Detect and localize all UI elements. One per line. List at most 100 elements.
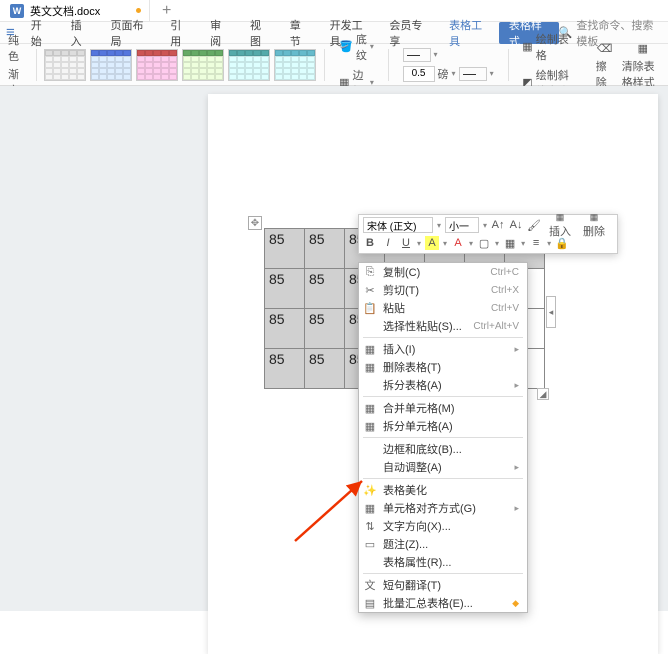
beautify-icon: ✨: [363, 484, 377, 497]
cm-auto-fit[interactable]: 自动调整(A)▸: [359, 458, 527, 476]
tab-chapter[interactable]: 章节: [280, 22, 320, 44]
clear-style-icon: ▦: [634, 39, 652, 57]
table-cell[interactable]: 85: [265, 349, 305, 389]
table-cell[interactable]: 85: [305, 309, 345, 349]
eraser-icon: ⌫: [596, 39, 614, 57]
separator: [324, 49, 325, 81]
cm-delete-table[interactable]: ▦删除表格(T): [359, 358, 527, 376]
table-style-gallery[interactable]: [44, 49, 316, 81]
line-unit-label: 磅: [438, 66, 449, 82]
shading-button[interactable]: 🪣 底纹▾: [337, 30, 376, 64]
table-move-handle[interactable]: ✥: [248, 216, 262, 230]
align-mini-button[interactable]: ≡: [529, 236, 543, 250]
split-cells-icon: ▦: [363, 420, 377, 433]
cm-text-direction[interactable]: ⇅文字方向(X)...: [359, 517, 527, 535]
clear-style-button[interactable]: ▦ 清除表格样式: [622, 39, 664, 90]
side-pane-handle[interactable]: ◂: [546, 296, 556, 328]
cm-cell-align[interactable]: ▦单元格对齐方式(G)▸: [359, 499, 527, 517]
ribbon: 纯色 渐变 🪣 底纹▾ ▦ 边框▾ ▾ 磅▾ ▾ ▦ 绘制表格 ◩ 绘制斜线表头…: [0, 44, 668, 86]
cm-cut[interactable]: ✂剪切(T)Ctrl+X: [359, 281, 527, 299]
document-tab[interactable]: W 英文文档.docx: [0, 0, 150, 22]
tab-member[interactable]: 会员专享: [379, 22, 439, 44]
table-cell[interactable]: 85: [265, 229, 305, 269]
text-dir-icon: ⇅: [363, 520, 377, 533]
bold-button[interactable]: B: [363, 236, 377, 250]
context-menu: ⎘复制(C)Ctrl+C ✂剪切(T)Ctrl+X 📋粘贴Ctrl+V 选择性粘…: [358, 262, 528, 613]
caption-icon: ▭: [363, 538, 377, 551]
table-cell[interactable]: 85: [265, 309, 305, 349]
shrink-font-button[interactable]: A↓: [509, 218, 523, 232]
cm-table-beautify[interactable]: ✨表格美化: [359, 481, 527, 499]
batch-icon: ▤: [363, 597, 377, 610]
table-cell[interactable]: 85: [265, 269, 305, 309]
table-cell[interactable]: 85: [305, 269, 345, 309]
tab-view[interactable]: 视图: [240, 22, 280, 44]
separator: [363, 396, 523, 397]
separator: [363, 437, 523, 438]
format-painter-button[interactable]: 🖌: [527, 218, 541, 232]
table-cell[interactable]: 85: [305, 229, 345, 269]
tab-page-layout[interactable]: 页面布局: [100, 22, 160, 44]
grow-font-button[interactable]: A↑: [491, 218, 505, 232]
line-width-group: ▾ 磅▾ ▾: [397, 47, 500, 83]
border-mini-button[interactable]: ▦: [503, 236, 517, 250]
font-family-input[interactable]: [363, 217, 433, 233]
tab-insert[interactable]: 插入: [61, 22, 101, 44]
style-thumb-2[interactable]: [90, 49, 132, 81]
cm-border-shading[interactable]: 边框和底纹(B)...: [359, 440, 527, 458]
cm-merge-cells[interactable]: ▦合并单元格(M): [359, 399, 527, 417]
cut-icon: ✂: [363, 284, 377, 297]
lock-button[interactable]: 🔒: [555, 236, 569, 250]
translate-icon: 文: [363, 577, 377, 593]
align-icon: ▦: [363, 502, 377, 515]
ribbon-actions: ⌫ 擦除 ▦ 清除表格样式: [596, 39, 664, 90]
cm-translate[interactable]: 文短句翻译(T): [359, 576, 527, 594]
insert-icon: ▦: [363, 343, 377, 356]
font-color-button[interactable]: A: [451, 236, 465, 250]
italic-button[interactable]: I: [381, 236, 395, 250]
tab-review[interactable]: 审阅: [200, 22, 240, 44]
cm-split-cells[interactable]: ▦拆分单元格(A): [359, 417, 527, 435]
shading-mini-button[interactable]: ▢: [477, 236, 491, 250]
document-filename: 英文文档.docx: [30, 3, 100, 19]
table-resize-handle[interactable]: ◢: [537, 388, 549, 400]
draw-table-button[interactable]: ▦ 绘制表格: [520, 30, 579, 64]
style-thumb-5[interactable]: [228, 49, 270, 81]
cm-table-props[interactable]: 表格属性(R)...: [359, 553, 527, 571]
underline-button[interactable]: U: [399, 236, 413, 250]
font-size-input[interactable]: [445, 217, 479, 233]
fill-preset-plain[interactable]: 纯色: [8, 32, 24, 64]
line-width-input[interactable]: 磅▾ ▾: [401, 65, 496, 83]
line-style-select[interactable]: ▾: [401, 47, 496, 63]
style-thumb-4[interactable]: [182, 49, 224, 81]
separator: [363, 337, 523, 338]
copy-icon: ⎘: [363, 266, 377, 279]
highlight-button[interactable]: A: [425, 236, 439, 250]
merge-cells-icon: ▦: [363, 402, 377, 415]
tab-table-tools[interactable]: 表格工具: [439, 22, 499, 44]
cm-batch-summary[interactable]: ▤批量汇总表格(E)...◆: [359, 594, 527, 612]
eraser-button[interactable]: ⌫ 擦除: [596, 39, 614, 90]
paste-icon: 📋: [363, 302, 377, 315]
word-doc-icon: W: [10, 4, 24, 18]
separator: [36, 49, 37, 81]
cm-insert[interactable]: ▦插入(I)▸: [359, 340, 527, 358]
cm-copy[interactable]: ⎘复制(C)Ctrl+C: [359, 263, 527, 281]
line-color-select[interactable]: [459, 67, 487, 81]
cm-caption[interactable]: ▭题注(Z)...: [359, 535, 527, 553]
delete-table-icon: ▦: [363, 361, 377, 374]
line-width-field[interactable]: [403, 66, 435, 82]
separator: [363, 478, 523, 479]
style-thumb-6[interactable]: [274, 49, 316, 81]
cm-paste-special[interactable]: 选择性粘贴(S)...Ctrl+Alt+V: [359, 317, 527, 335]
table-cell[interactable]: 85: [305, 349, 345, 389]
separator: [388, 49, 389, 81]
tab-references[interactable]: 引用: [160, 22, 200, 44]
style-thumb-3[interactable]: [136, 49, 178, 81]
document-canvas[interactable]: ✥ 85 85 85 85 85 85 85 85 85 85 85 85 85: [0, 86, 668, 611]
cm-paste[interactable]: 📋粘贴Ctrl+V: [359, 299, 527, 317]
separator: [363, 573, 523, 574]
cm-split-table[interactable]: 拆分表格(A)▸: [359, 376, 527, 394]
style-thumb-1[interactable]: [44, 49, 86, 81]
mini-toolbar: ▾ ▾ A↑ A↓ 🖌 ▦插入 ▦删除 B I U▾ A▾ A▾ ▢▾ ▦▾ ≡…: [358, 214, 618, 254]
